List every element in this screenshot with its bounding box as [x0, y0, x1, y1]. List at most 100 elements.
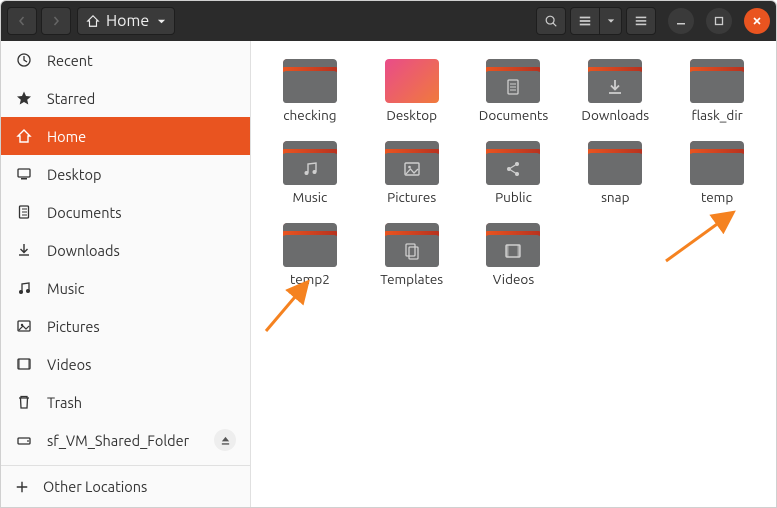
- file-label: Documents: [479, 107, 548, 123]
- sidebar-item-desktop[interactable]: Desktop: [1, 155, 250, 193]
- sidebar-item-label: Music: [47, 280, 84, 297]
- file-item[interactable]: flask_dir: [668, 55, 766, 127]
- file-label: Templates: [380, 271, 443, 287]
- desktop-icon: [15, 165, 33, 183]
- templates-glyph-icon: [385, 235, 439, 267]
- file-item[interactable]: Pictures: [363, 137, 461, 209]
- path-segment-home[interactable]: Home: [86, 12, 149, 30]
- pictures-icon: [15, 317, 33, 335]
- file-pane[interactable]: checking Desktop Documents Downloads flask_d…: [251, 41, 776, 507]
- chevron-right-icon: [51, 16, 61, 26]
- file-label: Videos: [493, 271, 534, 287]
- sidebar: Recent Starred Home Desktop Documents Downloa…: [1, 41, 251, 507]
- folder-icon: [486, 59, 540, 103]
- close-icon: [752, 16, 762, 26]
- sidebar-item-starred[interactable]: Starred: [1, 79, 250, 117]
- file-item[interactable]: temp2: [261, 219, 359, 291]
- sidebar-item-label: Desktop: [47, 166, 101, 183]
- videos-icon: [15, 355, 33, 373]
- folder-icon: [385, 141, 439, 185]
- folder-icon: [283, 141, 337, 185]
- eject-button[interactable]: [214, 429, 236, 451]
- sidebar-item-recent[interactable]: Recent: [1, 41, 250, 79]
- view-dropdown-button[interactable]: [600, 7, 622, 35]
- sidebar-item-home[interactable]: Home: [1, 117, 250, 155]
- path-bar[interactable]: Home: [77, 7, 175, 35]
- drive-icon: [15, 431, 33, 449]
- chevron-left-icon: [17, 16, 27, 26]
- maximize-button[interactable]: [706, 8, 732, 34]
- file-item[interactable]: Videos: [465, 219, 563, 291]
- desktop-folder-icon: [385, 59, 439, 103]
- doc-glyph-icon: [486, 71, 540, 103]
- star-icon: [15, 89, 33, 107]
- folder-icon: [690, 141, 744, 185]
- file-label: Desktop: [386, 107, 437, 123]
- sidebar-item-label: Recent: [47, 52, 93, 69]
- plus-icon: [15, 480, 29, 494]
- sidebar-item-music[interactable]: Music: [1, 269, 250, 307]
- hamburger-icon: [634, 14, 648, 28]
- folder-icon: [588, 59, 642, 103]
- trash-icon: [15, 393, 33, 411]
- folder-icon: [588, 141, 642, 185]
- file-manager-window: Home: [0, 0, 777, 508]
- other-locations-button[interactable]: Other Locations: [1, 465, 250, 507]
- file-label: flask_dir: [691, 107, 742, 123]
- download-icon: [15, 241, 33, 259]
- file-grid: checking Desktop Documents Downloads flask_d…: [261, 55, 766, 291]
- maximize-icon: [714, 16, 724, 26]
- pictures-glyph-icon: [385, 153, 439, 185]
- list-icon: [578, 14, 592, 28]
- file-item[interactable]: Desktop: [363, 55, 461, 127]
- sidebar-item-label: Downloads: [47, 242, 120, 259]
- sidebar-item-pictures[interactable]: Pictures: [1, 307, 250, 345]
- sidebar-item-label: sf_VM_Shared_Folder: [47, 432, 189, 449]
- file-item[interactable]: Music: [261, 137, 359, 209]
- home-icon: [86, 14, 100, 28]
- sidebar-item-downloads[interactable]: Downloads: [1, 231, 250, 269]
- folder-icon: [385, 223, 439, 267]
- file-item[interactable]: snap: [566, 137, 664, 209]
- toolbar-right: [536, 7, 656, 35]
- file-item[interactable]: Downloads: [566, 55, 664, 127]
- minimize-button[interactable]: [668, 8, 694, 34]
- sidebar-item-sf-vm-shared[interactable]: sf_VM_Shared_Folder: [1, 421, 250, 459]
- sidebar-item-videos[interactable]: Videos: [1, 345, 250, 383]
- music-glyph-icon: [283, 153, 337, 185]
- sidebar-item-trash[interactable]: Trash: [1, 383, 250, 421]
- minimize-icon: [676, 16, 686, 26]
- caret-down-icon: [607, 17, 615, 25]
- nav-buttons: [7, 7, 71, 35]
- folder-icon: [486, 223, 540, 267]
- file-item[interactable]: Templates: [363, 219, 461, 291]
- file-item[interactable]: Public: [465, 137, 563, 209]
- search-icon: [544, 14, 558, 28]
- share-glyph-icon: [486, 153, 540, 185]
- file-label: temp2: [290, 271, 330, 287]
- file-label: Music: [292, 189, 327, 205]
- sidebar-item-documents[interactable]: Documents: [1, 193, 250, 231]
- window-body: Recent Starred Home Desktop Documents Downloa…: [1, 41, 776, 507]
- sidebar-item-label: Pictures: [47, 318, 100, 335]
- caret-down-icon[interactable]: [157, 17, 166, 26]
- home-icon: [15, 127, 33, 145]
- file-label: Downloads: [581, 107, 649, 123]
- path-segment-label: Home: [106, 12, 149, 30]
- list-view-button[interactable]: [570, 7, 600, 35]
- file-label: checking: [283, 107, 336, 123]
- close-button[interactable]: [744, 8, 770, 34]
- forward-button[interactable]: [41, 7, 71, 35]
- file-label: Pictures: [387, 189, 436, 205]
- file-item[interactable]: Documents: [465, 55, 563, 127]
- file-item[interactable]: checking: [261, 55, 359, 127]
- file-item[interactable]: temp: [668, 137, 766, 209]
- sidebar-item-label: Home: [47, 128, 86, 145]
- hamburger-menu-button[interactable]: [626, 7, 656, 35]
- view-switcher: [570, 7, 622, 35]
- sidebar-list: Recent Starred Home Desktop Documents Downloa…: [1, 41, 250, 465]
- search-button[interactable]: [536, 7, 566, 35]
- folder-icon: [486, 141, 540, 185]
- file-label: temp: [701, 189, 733, 205]
- back-button[interactable]: [7, 7, 37, 35]
